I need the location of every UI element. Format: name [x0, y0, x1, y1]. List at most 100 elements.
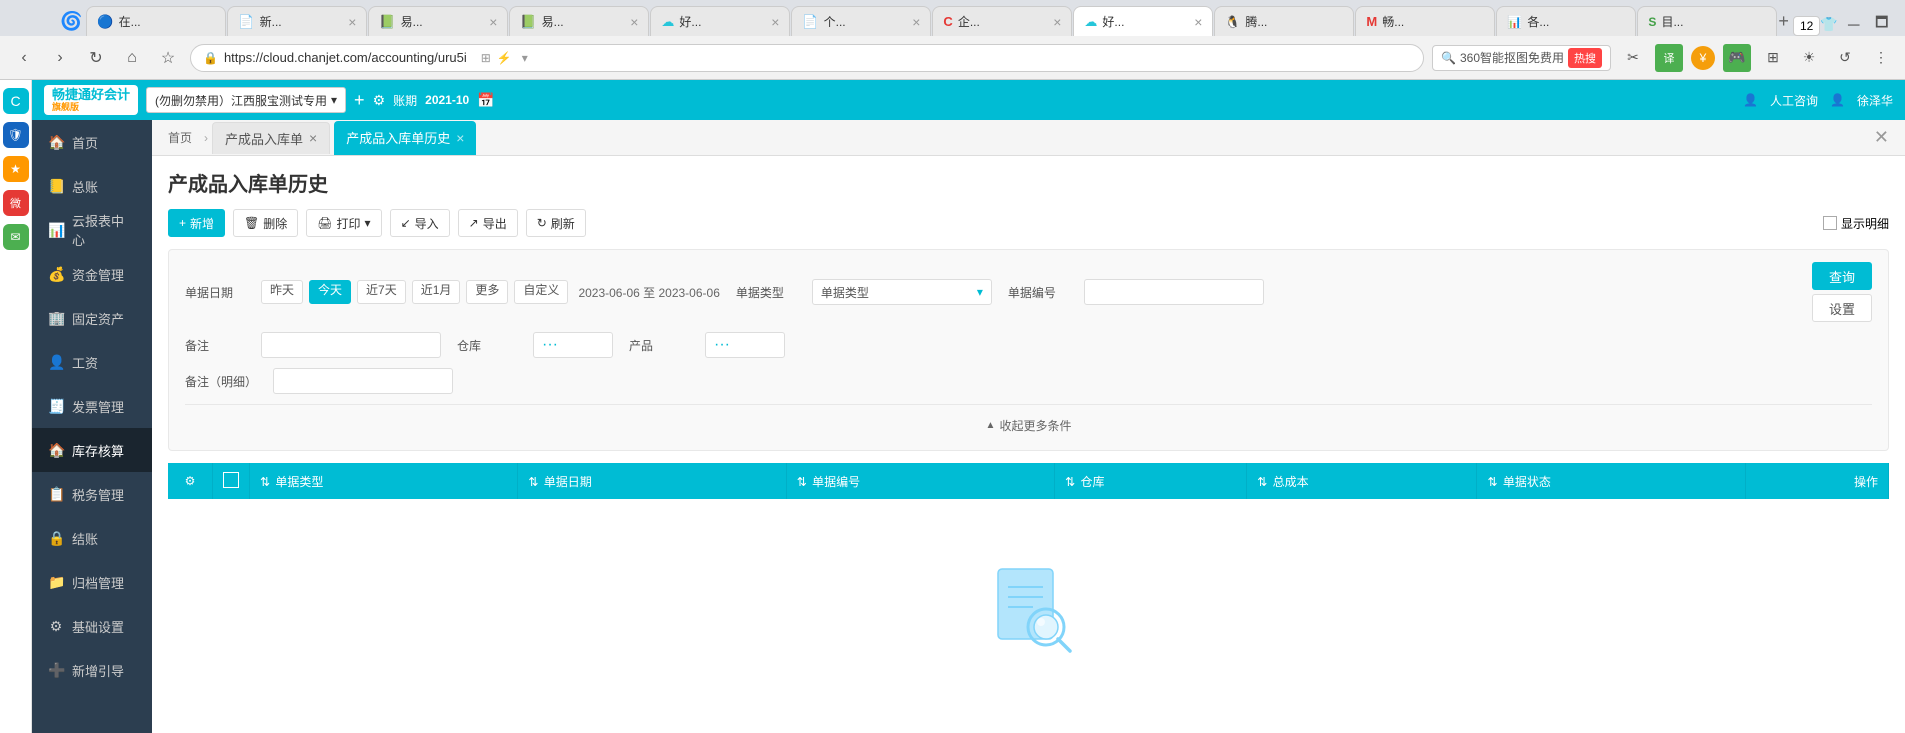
table-gear-icon[interactable]: ⚙: [178, 469, 202, 493]
add-company-button[interactable]: +: [354, 90, 365, 111]
tab-5[interactable]: ☁ 好... ×: [650, 6, 790, 36]
refresh-button[interactable]: ↻ 刷新: [526, 209, 586, 237]
date-btn-today[interactable]: 今天: [309, 280, 351, 304]
th-type[interactable]: ⇅ 单据类型: [250, 463, 518, 499]
remark-detail-input[interactable]: [273, 368, 453, 394]
new-tab-button[interactable]: +: [1778, 6, 1789, 36]
sidebar-label-report: 云报表中心: [72, 211, 136, 249]
tab-8-active[interactable]: ☁ 好... ×: [1073, 6, 1213, 36]
type-filter-select[interactable]: 单据类型 ▾: [812, 279, 992, 305]
th-total-cost[interactable]: ⇅ 总成本: [1247, 463, 1477, 499]
sidebar-item-payroll[interactable]: 👤 工资: [32, 340, 152, 384]
window-minimize-button[interactable]: －: [1842, 12, 1866, 36]
sidebar-item-archive[interactable]: 📁 归档管理: [32, 560, 152, 604]
window-maximize-button[interactable]: 🗖: [1870, 12, 1894, 36]
tab-7[interactable]: C 企... ×: [932, 6, 1072, 36]
table-select-all-checkbox[interactable]: [223, 472, 239, 488]
window-close-button[interactable]: ✕: [1898, 12, 1905, 36]
sidebar-item-inventory[interactable]: 🏠 库存核算: [32, 428, 152, 472]
calendar-icon[interactable]: 📅: [477, 92, 494, 109]
query-button[interactable]: 查询: [1812, 262, 1872, 290]
ext-mail-icon[interactable]: ✉: [3, 224, 29, 250]
grid-icon[interactable]: ⊞: [1759, 44, 1787, 72]
forward-button[interactable]: ›: [46, 44, 74, 72]
date-btn-custom[interactable]: 自定义: [514, 280, 568, 304]
date-btn-1month[interactable]: 近1月: [412, 280, 461, 304]
tab-4[interactable]: 📗 易... ×: [509, 6, 649, 36]
page-tab-1[interactable]: 产成品入库单 ×: [212, 122, 330, 154]
user-service-label[interactable]: 人工咨询: [1770, 92, 1818, 109]
print-button[interactable]: 🖨 打印 ▾: [306, 209, 381, 237]
sidebar-item-tax[interactable]: 📋 税务管理: [32, 472, 152, 516]
th-number[interactable]: ⇅ 单据编号: [786, 463, 1054, 499]
import-button[interactable]: ↙ 导入: [390, 209, 450, 237]
display-checkbox[interactable]: [1823, 216, 1837, 230]
export-button[interactable]: ↗ 导出: [458, 209, 518, 237]
delete-button[interactable]: 🗑 删除: [233, 209, 298, 237]
company-selector[interactable]: (勿删勿禁用）江西服宝测试专用 ▾: [146, 87, 346, 113]
game-icon[interactable]: 🎮: [1723, 44, 1751, 72]
theme-icon[interactable]: ☀: [1795, 44, 1823, 72]
ext-360-icon[interactable]: C: [3, 88, 29, 114]
url-bar[interactable]: 🔒 https://cloud.chanjet.com/accounting/u…: [190, 44, 1424, 72]
back-button[interactable]: ‹: [10, 44, 38, 72]
collapse-button[interactable]: ▲ 收起更多条件: [185, 413, 1872, 438]
home-button[interactable]: ⌂: [118, 44, 146, 72]
page-tab-1-close[interactable]: ×: [309, 130, 317, 146]
tab-2-close[interactable]: ×: [348, 14, 356, 30]
number-filter-input[interactable]: [1084, 279, 1264, 305]
undo-icon[interactable]: ↺: [1831, 44, 1859, 72]
product-filter-select[interactable]: ···: [705, 332, 785, 358]
sidebar-item-finance[interactable]: 💰 资金管理: [32, 252, 152, 296]
reload-button[interactable]: ↻: [82, 44, 110, 72]
tab-5-close[interactable]: ×: [771, 14, 779, 30]
tab-3[interactable]: 📗 易... ×: [368, 6, 508, 36]
tab-1[interactable]: 🔵 在...: [86, 6, 226, 36]
asset-icon: 🏢: [48, 310, 64, 327]
ext-star-icon[interactable]: ★: [3, 156, 29, 182]
ext-shield-icon[interactable]: 🛡: [3, 122, 29, 148]
tab-2[interactable]: 📄 新... ×: [227, 6, 367, 36]
sidebar-item-report[interactable]: 📊 云报表中心: [32, 208, 152, 252]
tab-6[interactable]: 📄 个... ×: [791, 6, 931, 36]
url-dropdown-icon[interactable]: ▾: [522, 51, 528, 65]
page-tab-2-close[interactable]: ×: [456, 130, 464, 146]
th-status[interactable]: ⇅ 单据状态: [1477, 463, 1745, 499]
th-warehouse[interactable]: ⇅ 仓库: [1055, 463, 1247, 499]
sidebar-item-newbill[interactable]: ➕ 新增引导: [32, 648, 152, 692]
tab-12[interactable]: S 目...: [1637, 6, 1777, 36]
th-date[interactable]: ⇅ 单据日期: [518, 463, 786, 499]
sidebar-item-basic[interactable]: ⚙ 基础设置: [32, 604, 152, 648]
tab-8-close[interactable]: ×: [1194, 14, 1202, 30]
yuan-icon[interactable]: ¥: [1691, 46, 1715, 70]
more-icon[interactable]: ⋮: [1867, 44, 1895, 72]
360-search-box[interactable]: 🔍 360智能抠图免费用 热搜: [1432, 45, 1611, 71]
tab-11[interactable]: 📊 各...: [1496, 6, 1636, 36]
date-btn-more[interactable]: 更多: [466, 280, 508, 304]
close-all-icon[interactable]: ✕: [1874, 127, 1889, 148]
sidebar-item-ledger[interactable]: 📒 总账: [32, 164, 152, 208]
page-tab-bar: 首页 › 产成品入库单 × 产成品入库单历史 × ✕: [152, 120, 1905, 156]
sidebar-item-home[interactable]: 🏠 首页: [32, 120, 152, 164]
settings-gear-icon[interactable]: ⚙: [373, 92, 386, 109]
remark-filter-input[interactable]: [261, 332, 441, 358]
bookmark-button[interactable]: ☆: [154, 44, 182, 72]
date-btn-7days[interactable]: 近7天: [357, 280, 406, 304]
warehouse-filter-select[interactable]: ···: [533, 332, 613, 358]
date-btn-yesterday[interactable]: 昨天: [261, 280, 303, 304]
tab-9[interactable]: 🐧 腾...: [1214, 6, 1354, 36]
page-tab-2[interactable]: 产成品入库单历史 ×: [334, 121, 476, 155]
scissors-icon[interactable]: ✂: [1619, 44, 1647, 72]
filter-settings-button[interactable]: 设置: [1812, 294, 1872, 322]
tab-10[interactable]: M 畅...: [1355, 6, 1495, 36]
add-button[interactable]: + 新增: [168, 209, 225, 237]
tab-7-close[interactable]: ×: [1053, 14, 1061, 30]
tab-3-close[interactable]: ×: [489, 14, 497, 30]
sidebar-item-invoice[interactable]: 🧾 发票管理: [32, 384, 152, 428]
tab-4-close[interactable]: ×: [630, 14, 638, 30]
sidebar-item-asset[interactable]: 🏢 固定资产: [32, 296, 152, 340]
sidebar-item-closing[interactable]: 🔒 结账: [32, 516, 152, 560]
translate-icon[interactable]: 译: [1655, 44, 1683, 72]
ext-weibo-icon[interactable]: 微: [3, 190, 29, 216]
tab-6-close[interactable]: ×: [912, 14, 920, 30]
